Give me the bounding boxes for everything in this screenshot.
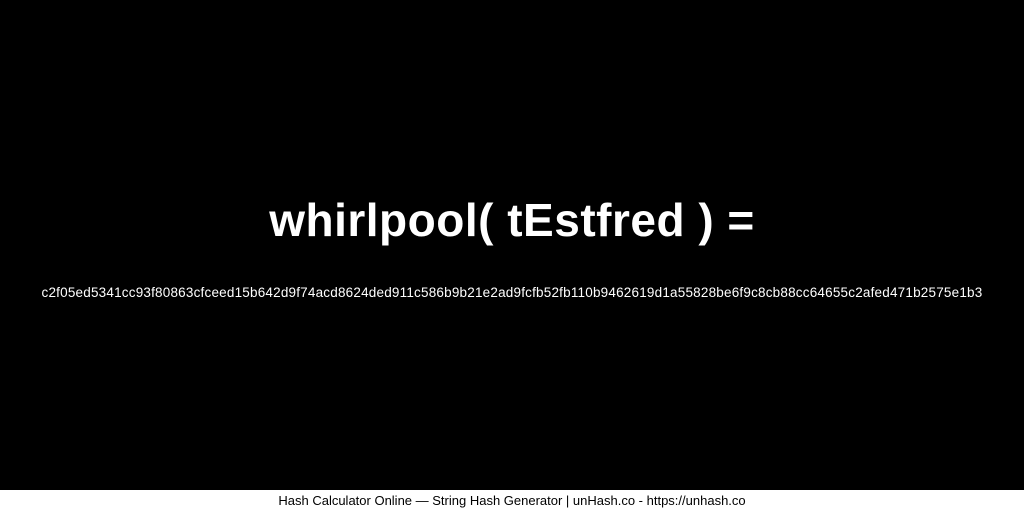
hash-output-value: c2f05ed5341cc93f80863cfceed15b642d9f74ac… (42, 285, 983, 300)
hash-expression-heading: whirlpool( tEstfred ) = (269, 193, 755, 247)
footer-text: Hash Calculator Online — String Hash Gen… (278, 493, 745, 508)
footer-bar: Hash Calculator Online — String Hash Gen… (0, 490, 1024, 512)
main-content: whirlpool( tEstfred ) = c2f05ed5341cc93f… (42, 193, 983, 300)
